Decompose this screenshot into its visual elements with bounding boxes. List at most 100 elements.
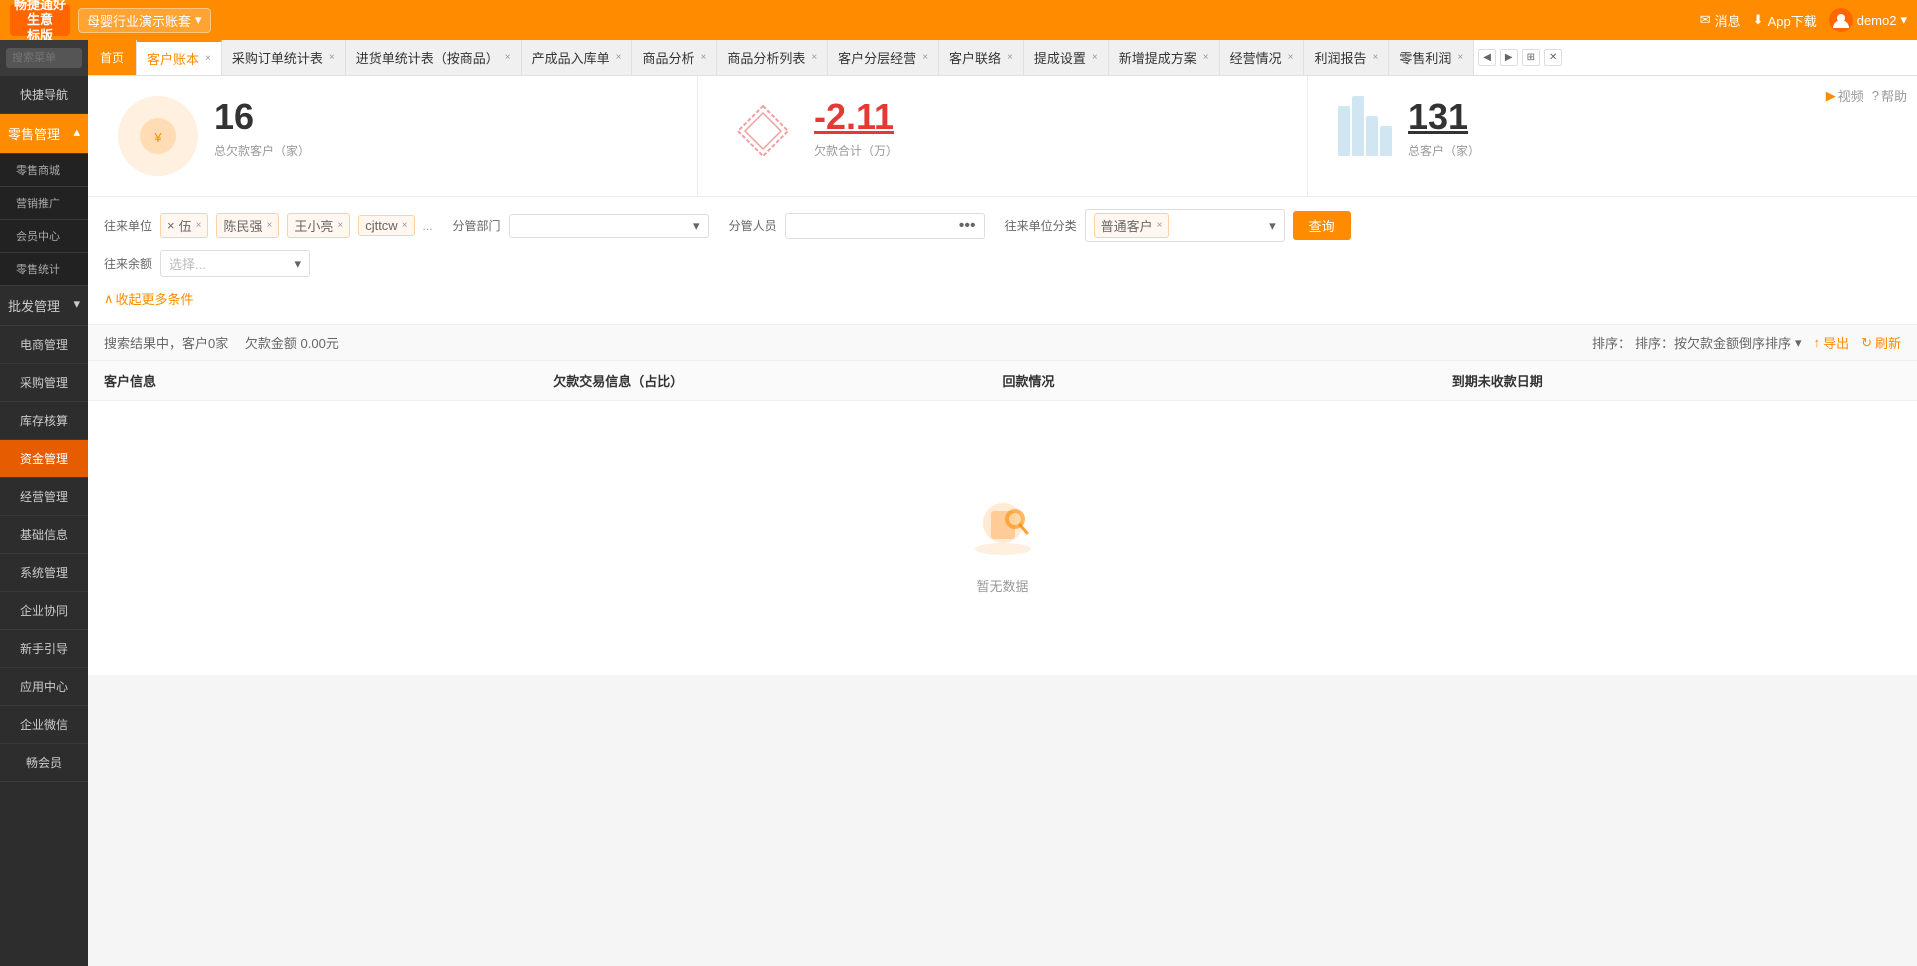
tab-customer-contact[interactable]: 客户联络 × [939, 40, 1024, 76]
sidebar-item-vip[interactable]: 畅会员 [0, 744, 88, 782]
person-select[interactable]: ••• [785, 213, 985, 239]
more-icon: ••• [959, 217, 976, 235]
sidebar-item-newbie[interactable]: 新手引导 [0, 630, 88, 668]
tab-purchase-by-product[interactable]: 进货单统计表（按商品） × [346, 40, 522, 76]
refresh-button[interactable]: ↻ 刷新 [1861, 333, 1901, 352]
balance-input[interactable]: 选择... ▾ [160, 250, 310, 277]
logo: 畅捷通好生意 标版 [10, 4, 70, 36]
stat-label-amount: 欠款合计（万） [814, 142, 898, 159]
tag-chip-x: × 伍 × [160, 213, 208, 238]
tab-purchase-order-stats[interactable]: 采购订单统计表 × [222, 40, 346, 76]
stat-number-total[interactable]: 131 [1408, 96, 1480, 138]
table-header: 客户信息 欠款交易信息（占比） 回款情况 到期未收款日期 [88, 361, 1917, 401]
sidebar-item-member-center[interactable]: 会员中心 [0, 220, 88, 253]
sidebar-item-wholesale[interactable]: 批发管理 ▾ [0, 286, 88, 326]
help-button[interactable]: ? 帮助 [1872, 86, 1907, 105]
sort-select[interactable]: 排序： 排序：按欠款金额倒序排序 ▾ [1592, 333, 1802, 352]
unit-class-select[interactable]: 普通客户 × ▾ [1085, 209, 1285, 242]
sidebar-item-quicknav[interactable]: 快捷导航 [0, 76, 88, 114]
stat-icon-building [1338, 96, 1392, 156]
tag-chip-chenminqiang: 陈民强 × [216, 213, 279, 238]
store-selector[interactable]: 母婴行业演示账套 ▾ [78, 8, 211, 33]
stat-icon-diamond [728, 96, 798, 166]
chevron-up-icon: ∧ [104, 291, 114, 307]
app-wrapper: 畅捷通好生意 标版 母婴行业演示账套 ▾ ✉ 消息 ⬇ App下载 [0, 0, 1917, 966]
sidebar-item-purchase[interactable]: 采购管理 [0, 364, 88, 402]
tab-bar: 首页 客户账本 × 采购订单统计表 × 进货单统计表（按商品） × 产成品入库单… [88, 40, 1917, 76]
sidebar-item-operations[interactable]: 经营管理 [0, 478, 88, 516]
stat-number-amount[interactable]: -2.11 [814, 96, 898, 138]
tag-chip-cjttcw: cjttcw × [358, 215, 414, 236]
tab-close-icon[interactable]: × [922, 52, 928, 63]
tab-add-commission[interactable]: 新增提成方案 × [1109, 40, 1220, 76]
stat-number-customers: 16 [214, 96, 310, 138]
tab-close-icon[interactable]: × [1007, 52, 1013, 63]
sidebar-item-retail[interactable]: 零售管理 ▴ [0, 114, 88, 154]
tab-close-icon[interactable]: × [811, 52, 817, 63]
tab-close-icon[interactable]: × [700, 52, 706, 63]
remove-tag-wang[interactable]: × [337, 220, 343, 231]
tab-expand-button[interactable]: ⊞ [1522, 49, 1540, 66]
tab-close-icon[interactable]: × [205, 53, 211, 64]
avatar [1829, 8, 1853, 32]
app-download-button[interactable]: ⬇ App下载 [1753, 11, 1817, 30]
tab-commission-setting[interactable]: 提成设置 × [1024, 40, 1109, 76]
person-label: 分管人员 [729, 217, 777, 234]
tab-close-icon[interactable]: × [329, 52, 335, 63]
sidebar-item-wechat[interactable]: 企业微信 [0, 706, 88, 744]
tab-home[interactable]: 首页 [88, 40, 137, 76]
tab-close-icon[interactable]: × [1372, 52, 1378, 63]
tab-close-icon[interactable]: × [1288, 52, 1294, 63]
collapse-row: ∧ 收起更多条件 [104, 285, 1901, 312]
tab-customer-tier[interactable]: 客户分层经营 × [828, 40, 939, 76]
top-bar: 畅捷通好生意 标版 母婴行业演示账套 ▾ ✉ 消息 ⬇ App下载 [0, 0, 1917, 40]
sidebar-item-inventory[interactable]: 库存核算 [0, 402, 88, 440]
tab-retail-profit[interactable]: 零售利润 × [1389, 40, 1474, 76]
tab-product-analysis[interactable]: 商品分析 × [632, 40, 717, 76]
remove-tag-chen[interactable]: × [266, 220, 272, 231]
content-area: 首页 客户账本 × 采购订单统计表 × 进货单统计表（按商品） × 产成品入库单… [88, 40, 1917, 966]
tab-next-button[interactable]: ▶ [1500, 49, 1518, 66]
export-button[interactable]: ↑ 导出 [1814, 333, 1850, 352]
sidebar-item-retail-shop[interactable]: 零售商城 [0, 154, 88, 187]
tab-finished-goods[interactable]: 产成品入库单 × [522, 40, 633, 76]
tab-profit-report[interactable]: 利润报告 × [1304, 40, 1389, 76]
search-input[interactable] [6, 48, 82, 68]
dept-select[interactable]: ▾ [509, 214, 709, 238]
tab-close-all-button[interactable]: ✕ [1544, 49, 1562, 66]
sidebar-item-basic-info[interactable]: 基础信息 [0, 516, 88, 554]
stat-card-amount: -2.11 欠款合计（万） [698, 76, 1308, 196]
message-button[interactable]: ✉ 消息 [1700, 11, 1741, 30]
tab-product-analysis-list[interactable]: 商品分析列表 × [717, 40, 828, 76]
stat-label-customers: 总欠款客户（家） [214, 142, 310, 159]
sidebar-item-enterprise[interactable]: 企业协同 [0, 592, 88, 630]
user-menu[interactable]: demo2 ▾ [1829, 8, 1907, 32]
sidebar-item-marketing[interactable]: 营销推广 [0, 187, 88, 220]
remove-tag-wu[interactable]: × [196, 220, 202, 231]
tab-customer-ledger[interactable]: 客户账本 × [137, 40, 222, 76]
sidebar-item-retail-stats[interactable]: 零售统计 [0, 253, 88, 286]
query-button[interactable]: 查询 [1293, 211, 1351, 240]
remove-unit-class-tag[interactable]: × [1157, 220, 1163, 231]
sidebar-item-appstore[interactable]: 应用中心 [0, 668, 88, 706]
tab-close-icon[interactable]: × [1457, 52, 1463, 63]
chevron-down-icon: ▾ [1269, 218, 1276, 234]
tag-chip-wangxiaoliang: 王小亮 × [287, 213, 350, 238]
remove-tag-cjttcw[interactable]: × [402, 220, 408, 231]
tab-close-icon[interactable]: × [1203, 52, 1209, 63]
tab-prev-button[interactable]: ◀ [1478, 49, 1496, 66]
tab-close-icon[interactable]: × [505, 52, 511, 63]
chevron-down-icon: ▾ [693, 218, 700, 234]
main-content: ¥ 16 总欠款客户（家） [88, 76, 1917, 966]
collapse-button[interactable]: ∧ 收起更多条件 [104, 289, 1901, 308]
tab-close-icon[interactable]: × [1092, 52, 1098, 63]
sidebar-item-system[interactable]: 系统管理 [0, 554, 88, 592]
tab-operations[interactable]: 经营情况 × [1220, 40, 1305, 76]
more-tags-button[interactable]: ... [423, 219, 433, 233]
sidebar-item-finance[interactable]: 资金管理 [0, 440, 88, 478]
top-bar-right: ✉ 消息 ⬇ App下载 demo2 ▾ [1700, 8, 1907, 32]
sidebar-item-ecommerce[interactable]: 电商管理 [0, 326, 88, 364]
tab-close-icon[interactable]: × [616, 52, 622, 63]
chevron-down-icon: ▾ [294, 256, 301, 272]
video-button[interactable]: ▶ 视频 [1826, 86, 1864, 105]
